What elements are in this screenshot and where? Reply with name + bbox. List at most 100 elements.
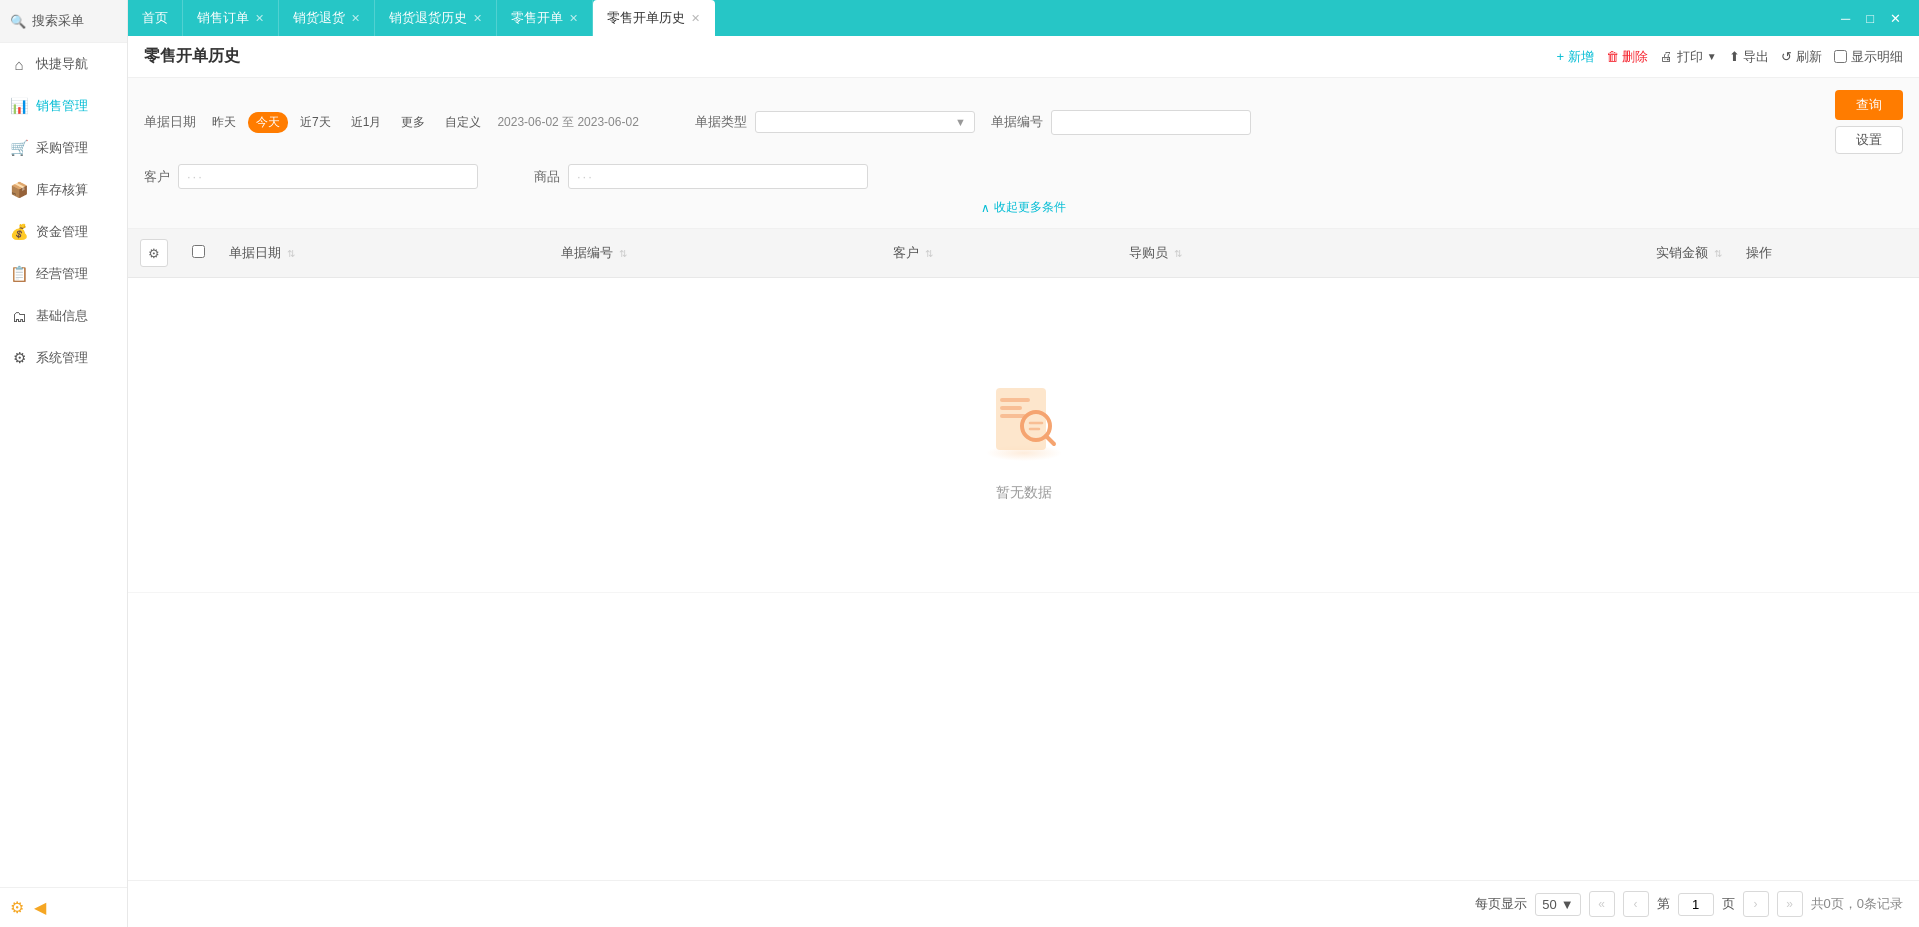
sidebar-settings-icon[interactable]: ⚙ xyxy=(10,898,24,917)
table-area: ⚙ 单据日期 ⇅ 单据编号 ⇅ xyxy=(128,229,1919,880)
add-label: + 新增 xyxy=(1556,48,1593,66)
tab-retail-open-history[interactable]: 零售开单历史 ✕ xyxy=(593,0,715,36)
date-option-today[interactable]: 今天 xyxy=(248,112,288,133)
export-button[interactable]: ⬆ 导出 xyxy=(1729,48,1770,66)
minimize-btn[interactable]: ─ xyxy=(1835,11,1856,26)
show-detail-input[interactable] xyxy=(1834,50,1847,63)
date-option-1month[interactable]: 近1月 xyxy=(343,112,390,133)
filter-area: 单据日期 昨天 今天 近7天 近1月 更多 自定义 2023-06-02 至 2… xyxy=(128,78,1919,229)
next-page-button[interactable]: › xyxy=(1743,891,1769,917)
last-page-button[interactable]: » xyxy=(1777,891,1803,917)
main-area: 首页 销售订单 ✕ 销货退货 ✕ 销货退货历史 ✕ 零售开单 ✕ 零售开单历史 … xyxy=(128,0,1919,927)
date-option-yesterday[interactable]: 昨天 xyxy=(204,112,244,133)
sort-icon[interactable]: ⇅ xyxy=(1174,248,1182,259)
sidebar-item-base-info[interactable]: 🗂 基础信息 xyxy=(0,295,127,337)
pagination: 每页显示 50 ▼ « ‹ 第 页 › » 共0页，0条记录 xyxy=(128,880,1919,927)
customer-input[interactable]: ··· xyxy=(178,164,478,189)
col-doc-no: 单据编号 ⇅ xyxy=(549,229,881,278)
col-salesperson-label: 导购员 xyxy=(1129,245,1168,260)
svg-line-6 xyxy=(1046,436,1054,444)
close-btn[interactable]: ✕ xyxy=(1884,11,1907,26)
tab-sales-order-close[interactable]: ✕ xyxy=(255,12,264,25)
per-page-label: 每页显示 xyxy=(1475,895,1527,913)
data-table: ⚙ 单据日期 ⇅ 单据编号 ⇅ xyxy=(128,229,1919,593)
tab-sales-return-history-close[interactable]: ✕ xyxy=(473,12,482,25)
doc-no-input[interactable] xyxy=(1051,110,1251,135)
date-label: 单据日期 xyxy=(144,113,196,131)
window-controls: ─ □ ✕ xyxy=(1835,11,1919,26)
date-option-custom[interactable]: 自定义 xyxy=(437,112,489,133)
doc-type-label: 单据类型 xyxy=(695,113,747,131)
sidebar-item-inventory[interactable]: 📦 库存核算 xyxy=(0,169,127,211)
sidebar-item-purchase-mgmt[interactable]: 🛒 采购管理 xyxy=(0,127,127,169)
tab-retail-open-close[interactable]: ✕ xyxy=(569,12,578,25)
doc-no-label: 单据编号 xyxy=(991,113,1043,131)
col-doc-no-label: 单据编号 xyxy=(561,245,613,260)
query-button[interactable]: 查询 xyxy=(1835,90,1903,120)
filter-row-1: 单据日期 昨天 今天 近7天 近1月 更多 自定义 2023-06-02 至 2… xyxy=(144,90,1903,154)
collapse-button[interactable]: ∧ 收起更多条件 xyxy=(981,199,1066,216)
tab-retail-open[interactable]: 零售开单 ✕ xyxy=(497,0,593,36)
sidebar-item-quick-nav[interactable]: ⌂ 快捷导航 xyxy=(0,43,127,85)
select-all-checkbox[interactable] xyxy=(192,245,205,258)
column-settings-button[interactable]: ⚙ xyxy=(140,239,168,267)
maximize-btn[interactable]: □ xyxy=(1860,11,1880,26)
content-area: 零售开单历史 + 新增 🗑 删除 🖨 打印 ▼ ⬆ 导出 ↺ 刷新 xyxy=(128,36,1919,927)
date-option-more[interactable]: 更多 xyxy=(393,112,433,133)
col-amount: 实销金额 ⇅ xyxy=(1401,229,1733,278)
tab-sales-return-history[interactable]: 销货退货历史 ✕ xyxy=(375,0,497,36)
tab-sales-return-close[interactable]: ✕ xyxy=(351,12,360,25)
col-date-label: 单据日期 xyxy=(229,245,281,260)
filter-settings-button[interactable]: 设置 xyxy=(1835,126,1903,154)
table-head: ⚙ 单据日期 ⇅ 单据编号 ⇅ xyxy=(128,229,1919,278)
sidebar-item-sys-mgmt[interactable]: ⚙ 系统管理 xyxy=(0,337,127,379)
per-page-select[interactable]: 50 ▼ xyxy=(1535,893,1580,916)
sidebar: 🔍 搜索采单 ⌂ 快捷导航 📊 销售管理 🛒 采购管理 📦 库存核算 💰 资金管… xyxy=(0,0,128,927)
show-detail-checkbox[interactable]: 显示明细 xyxy=(1834,48,1903,66)
tab-home-label: 首页 xyxy=(142,9,168,27)
sidebar-search[interactable]: 🔍 搜索采单 xyxy=(0,0,127,43)
doc-type-select[interactable]: ▼ xyxy=(755,111,975,133)
page-header: 零售开单历史 + 新增 🗑 删除 🖨 打印 ▼ ⬆ 导出 ↺ 刷新 xyxy=(128,36,1919,78)
collapse-label: 收起更多条件 xyxy=(994,199,1066,216)
sidebar-item-sales-mgmt[interactable]: 📊 销售管理 xyxy=(0,85,127,127)
tab-retail-open-history-close[interactable]: ✕ xyxy=(691,12,700,25)
tab-sales-return[interactable]: 销货退货 ✕ xyxy=(279,0,375,36)
tab-sales-order-label: 销售订单 xyxy=(197,9,249,27)
date-option-7days[interactable]: 近7天 xyxy=(292,112,339,133)
delete-button[interactable]: 🗑 删除 xyxy=(1606,48,1649,66)
print-button[interactable]: 🖨 打印 ▼ xyxy=(1660,48,1717,66)
show-detail-label: 显示明细 xyxy=(1851,48,1903,66)
sidebar-collapse-icon[interactable]: ◀ xyxy=(34,898,46,917)
cart-icon: 🛒 xyxy=(10,139,28,157)
goods-filter-group: 商品 ··· xyxy=(534,164,868,189)
col-checkbox xyxy=(180,229,217,278)
sort-icon[interactable]: ⇅ xyxy=(925,248,933,259)
operations-icon: 📋 xyxy=(10,265,28,283)
tab-retail-open-label: 零售开单 xyxy=(511,9,563,27)
first-page-button[interactable]: « xyxy=(1589,891,1615,917)
prev-page-button[interactable]: ‹ xyxy=(1623,891,1649,917)
action-buttons: 查询 设置 xyxy=(1835,90,1903,154)
select-arrow-icon: ▼ xyxy=(955,116,966,128)
sidebar-item-label: 系统管理 xyxy=(36,349,88,367)
date-range-display: 2023-06-02 至 2023-06-02 xyxy=(497,114,638,131)
svg-rect-3 xyxy=(1000,406,1022,410)
goods-input[interactable]: ··· xyxy=(568,164,868,189)
page-input[interactable] xyxy=(1678,893,1714,916)
sort-icon[interactable]: ⇅ xyxy=(287,248,295,259)
sidebar-item-finance[interactable]: 💰 资金管理 xyxy=(0,211,127,253)
gear-icon: ⚙ xyxy=(10,349,28,367)
tab-sales-order[interactable]: 销售订单 ✕ xyxy=(183,0,279,36)
col-settings: ⚙ xyxy=(128,229,180,278)
refresh-button[interactable]: ↺ 刷新 xyxy=(1781,48,1822,66)
add-button[interactable]: + 新增 xyxy=(1556,48,1593,66)
tab-home[interactable]: 首页 xyxy=(128,0,183,36)
tab-sales-return-history-label: 销货退货历史 xyxy=(389,9,467,27)
sort-icon[interactable]: ⇅ xyxy=(1714,248,1722,259)
sidebar-item-label: 资金管理 xyxy=(36,223,88,241)
sidebar-item-operations[interactable]: 📋 经营管理 xyxy=(0,253,127,295)
toolbar: + 新增 🗑 删除 🖨 打印 ▼ ⬆ 导出 ↺ 刷新 显示明细 xyxy=(1556,48,1903,66)
finance-icon: 💰 xyxy=(10,223,28,241)
sort-icon[interactable]: ⇅ xyxy=(619,248,627,259)
